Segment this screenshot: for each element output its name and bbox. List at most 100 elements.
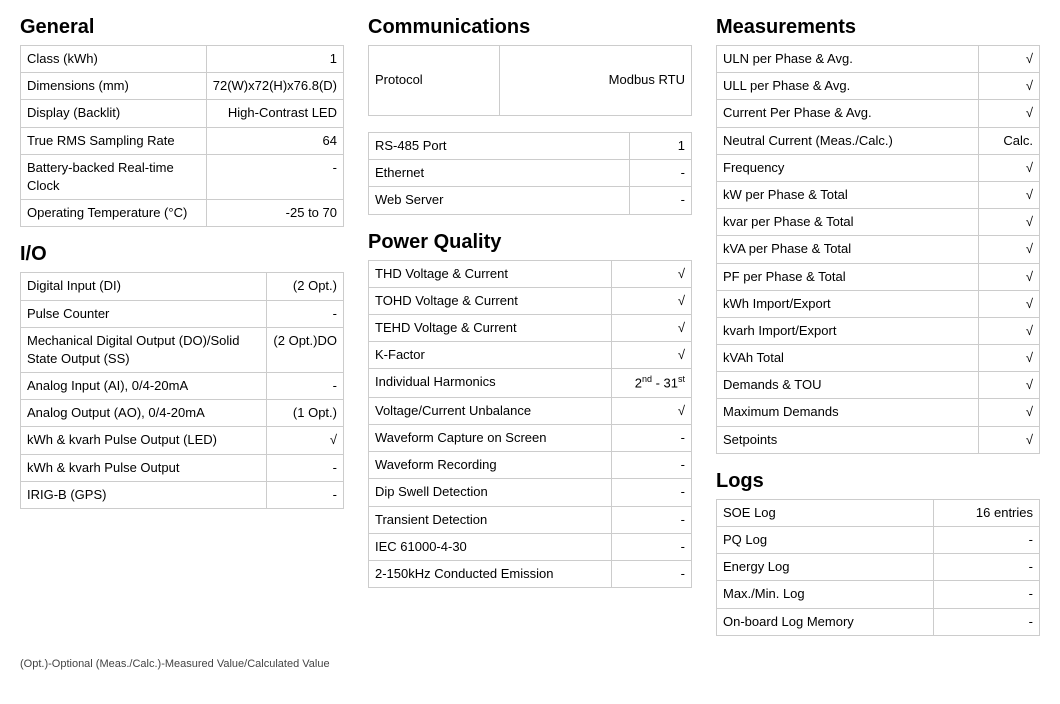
table-row: THD Voltage & Current√ (369, 260, 692, 287)
row-label: kvarh Import/Export (717, 317, 979, 344)
row-value: √ (267, 427, 344, 454)
table-row: True RMS Sampling Rate64 (21, 127, 344, 154)
table-row: kVAh Total√ (717, 345, 1040, 372)
row-label: On-board Log Memory (717, 608, 934, 635)
row-value: 1 (629, 133, 691, 160)
table-row: Analog Input (AI), 0/4-20mA- (21, 373, 344, 400)
table-row: Waveform Recording- (369, 452, 692, 479)
table-row: kWh & kvarh Pulse Output (LED)√ (21, 427, 344, 454)
row-label: Analog Output (AO), 0/4-20mA (21, 400, 267, 427)
table-row: Setpoints√ (717, 426, 1040, 453)
protocol-value: Modbus RTU (499, 46, 691, 116)
row-label: kvar per Phase & Total (717, 209, 979, 236)
row-value: √ (978, 100, 1039, 127)
row-value: - (611, 425, 691, 452)
row-label: 2-150kHz Conducted Emission (369, 560, 612, 587)
protocol-label: Protocol (369, 46, 500, 116)
row-value: - (629, 187, 691, 214)
measurements-table: ULN per Phase & Avg.√ULL per Phase & Avg… (716, 45, 1040, 454)
row-label: Operating Temperature (°C) (21, 200, 207, 227)
row-label: Pulse Counter (21, 300, 267, 327)
communications-title: Communications (368, 16, 692, 39)
row-label: Waveform Recording (369, 452, 612, 479)
table-row: Energy Log- (717, 554, 1040, 581)
row-label: Transient Detection (369, 506, 612, 533)
row-label: Mechanical Digital Output (DO)/Solid Sta… (21, 327, 267, 372)
table-row: Dip Swell Detection- (369, 479, 692, 506)
table-row: Neutral Current (Meas./Calc.)Calc. (717, 127, 1040, 154)
row-value: - (611, 506, 691, 533)
row-value: - (267, 454, 344, 481)
table-row: Pulse Counter- (21, 300, 344, 327)
row-label: ULN per Phase & Avg. (717, 46, 979, 73)
row-value: √ (978, 290, 1039, 317)
table-row: kW per Phase & Total√ (717, 181, 1040, 208)
table-row: Class (kWh)1 (21, 46, 344, 73)
table-row: kvarh Import/Export√ (717, 317, 1040, 344)
table-row: IRIG-B (GPS)- (21, 481, 344, 508)
table-row: Transient Detection- (369, 506, 692, 533)
row-value: (1 Opt.) (267, 400, 344, 427)
row-label: K-Factor (369, 342, 612, 369)
row-label: Digital Input (DI) (21, 273, 267, 300)
row-label: kVAh Total (717, 345, 979, 372)
table-row: TOHD Voltage & Current√ (369, 287, 692, 314)
power-quality-title: Power Quality (368, 231, 692, 254)
table-row: kWh Import/Export√ (717, 290, 1040, 317)
row-value: - (611, 533, 691, 560)
row-label: Frequency (717, 154, 979, 181)
row-label: Analog Input (AI), 0/4-20mA (21, 373, 267, 400)
row-value: High-Contrast LED (206, 100, 343, 127)
row-label: Dip Swell Detection (369, 479, 612, 506)
row-value: √ (611, 260, 691, 287)
row-label: kWh & kvarh Pulse Output (LED) (21, 427, 267, 454)
io-title: I/O (20, 243, 344, 266)
row-value: √ (611, 397, 691, 424)
row-value: √ (978, 317, 1039, 344)
row-value: - (934, 554, 1040, 581)
row-label: Setpoints (717, 426, 979, 453)
row-label: Ethernet (369, 160, 630, 187)
row-label: Current Per Phase & Avg. (717, 100, 979, 127)
table-row: ULN per Phase & Avg.√ (717, 46, 1040, 73)
table-row: kWh & kvarh Pulse Output- (21, 454, 344, 481)
row-value: - (611, 560, 691, 587)
table-row: Max./Min. Log- (717, 581, 1040, 608)
row-label: Energy Log (717, 554, 934, 581)
row-value: √ (978, 236, 1039, 263)
row-label: Neutral Current (Meas./Calc.) (717, 127, 979, 154)
row-value: √ (611, 314, 691, 341)
row-label: PQ Log (717, 527, 934, 554)
row-label: Dimensions (mm) (21, 73, 207, 100)
general-table: Class (kWh)1Dimensions (mm)72(W)x72(H)x7… (20, 45, 344, 227)
table-row: ULL per Phase & Avg.√ (717, 73, 1040, 100)
table-row: Maximum Demands√ (717, 399, 1040, 426)
table-row: PQ Log- (717, 527, 1040, 554)
footer-note: (Opt.)-Optional (Meas./Calc.)-Measured V… (20, 658, 1040, 670)
row-value: -25 to 70 (206, 200, 343, 227)
row-label: TEHD Voltage & Current (369, 314, 612, 341)
table-row: On-board Log Memory- (717, 608, 1040, 635)
row-label: Class (kWh) (21, 46, 207, 73)
table-row: TEHD Voltage & Current√ (369, 314, 692, 341)
communications-protocol-table: Protocol Modbus RTU (368, 45, 692, 116)
row-value: - (206, 154, 343, 199)
table-row: Operating Temperature (°C)-25 to 70 (21, 200, 344, 227)
row-value: 2nd - 31st (611, 369, 691, 398)
table-row: Analog Output (AO), 0/4-20mA(1 Opt.) (21, 400, 344, 427)
row-label: ULL per Phase & Avg. (717, 73, 979, 100)
row-label: kWh & kvarh Pulse Output (21, 454, 267, 481)
row-label: THD Voltage & Current (369, 260, 612, 287)
row-value: √ (978, 154, 1039, 181)
row-label: True RMS Sampling Rate (21, 127, 207, 154)
row-value: 16 entries (934, 499, 1040, 526)
table-row: Voltage/Current Unbalance√ (369, 397, 692, 424)
row-value: - (267, 300, 344, 327)
row-label: Waveform Capture on Screen (369, 425, 612, 452)
row-value: √ (978, 372, 1039, 399)
row-value: - (934, 581, 1040, 608)
row-label: RS-485 Port (369, 133, 630, 160)
general-title: General (20, 16, 344, 39)
row-label: Web Server (369, 187, 630, 214)
row-value: - (611, 479, 691, 506)
